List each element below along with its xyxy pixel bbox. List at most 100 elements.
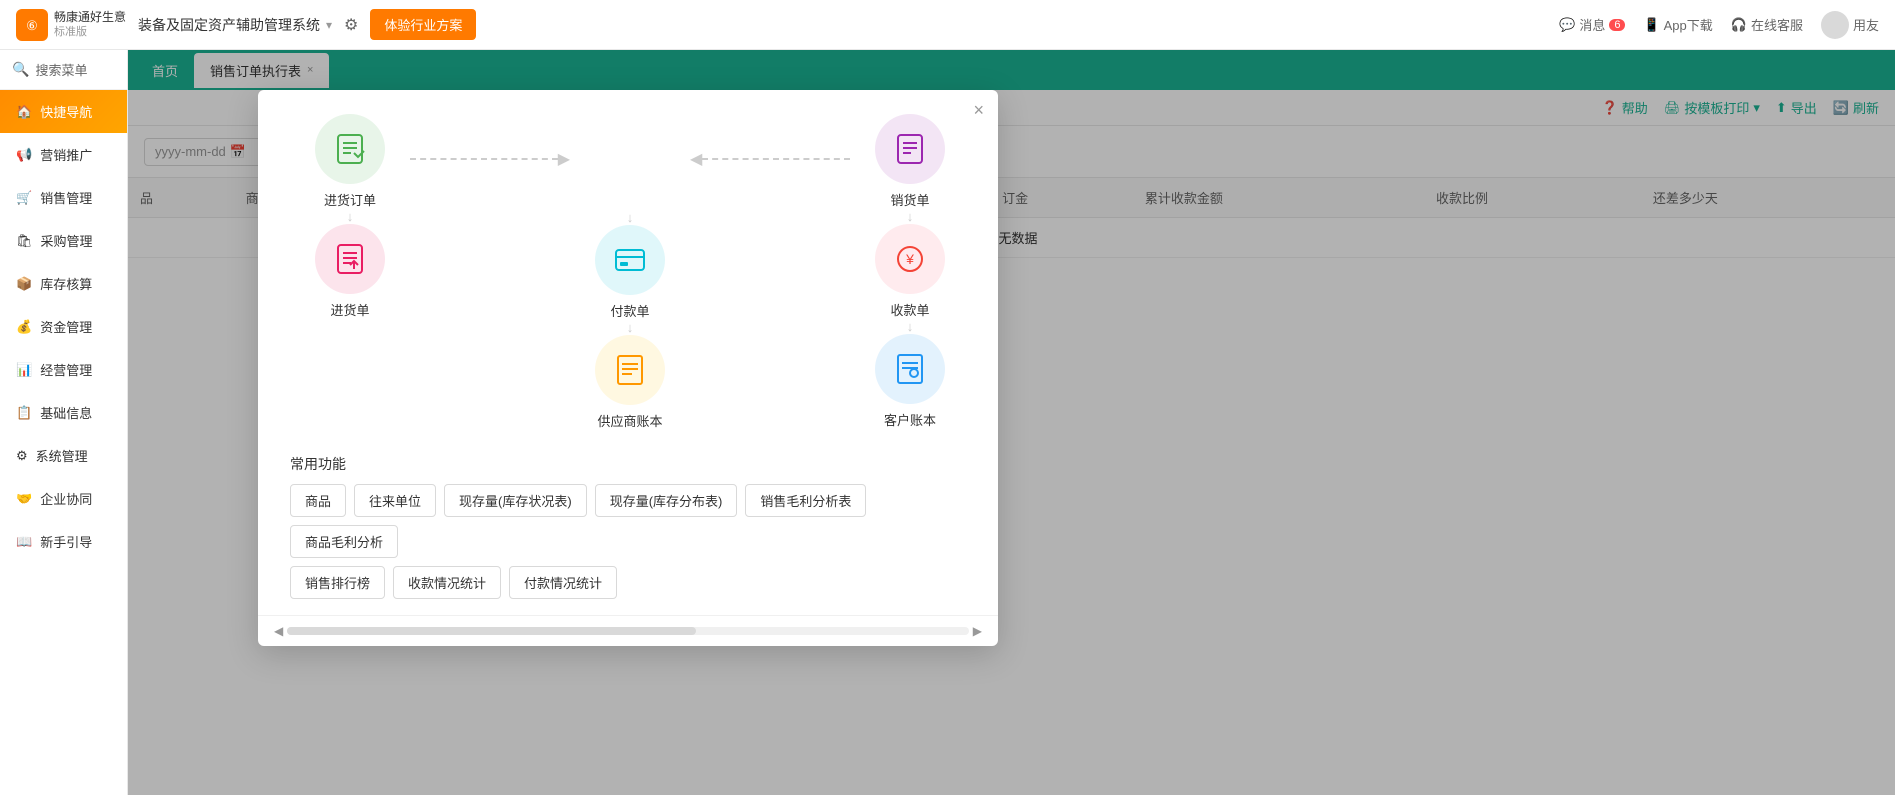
inventory-icon: 📦 <box>16 276 32 292</box>
online-service-button[interactable]: 🎧 在线客服 <box>1731 15 1803 34</box>
modal-close-button[interactable]: × <box>973 100 984 121</box>
flow-node-purchase-order[interactable]: 进货订单 <box>290 114 410 209</box>
message-icon: 💬 <box>1559 17 1575 33</box>
func-btn-stock-status[interactable]: 现存量(库存状况表) <box>444 484 587 517</box>
purchase-bill-label: 进货单 <box>330 300 369 319</box>
func-btn-sales-ranking[interactable]: 销售排行榜 <box>290 566 385 599</box>
logo-area: ⑥ 畅康通好生意 标准版 <box>16 9 126 41</box>
purchase-order-icon <box>315 114 385 184</box>
gear-icon[interactable]: ⚙ <box>344 15 358 35</box>
svg-text:⑥: ⑥ <box>26 18 38 33</box>
sidebar-item-finance[interactable]: 💰 资金管理 <box>0 305 127 348</box>
user-name-label: 用友 <box>1853 15 1879 34</box>
receipt-icon: ¥ <box>875 224 945 294</box>
func-btn-receipt-stats[interactable]: 收款情况统计 <box>393 566 501 599</box>
operations-icon: 📊 <box>16 362 32 378</box>
customer-ledger-label: 客户账本 <box>884 410 936 429</box>
flow-node-sales-bill[interactable]: 销货单 <box>850 114 970 209</box>
sidebar-item-inventory[interactable]: 📦 库存核算 <box>0 262 127 305</box>
func-btn-stock-dist[interactable]: 现存量(库存分布表) <box>595 484 738 517</box>
system-label: 系统管理 <box>36 446 88 465</box>
sidebar-item-purchase[interactable]: 🛍 采购管理 <box>0 219 127 262</box>
sidebar-item-sales[interactable]: 🛒 销售管理 <box>0 176 127 219</box>
home-icon: 🏠 <box>16 104 32 120</box>
service-label: 在线客服 <box>1751 15 1803 34</box>
search-menu-item[interactable]: 🔍 搜索菜单 <box>0 50 127 90</box>
finance-icon: 💰 <box>16 319 32 335</box>
sidebar-item-basic-info[interactable]: 📋 基础信息 <box>0 391 127 434</box>
inventory-label: 库存核算 <box>40 274 92 293</box>
flow-node-payment[interactable]: 付款单 <box>570 225 690 320</box>
message-button[interactable]: 💬 消息 6 <box>1559 15 1625 34</box>
flow-node-customer-ledger[interactable]: 客户账本 <box>850 334 970 429</box>
enterprise-label: 企业协同 <box>40 489 92 508</box>
sales-icon: 🛒 <box>16 190 32 206</box>
scroll-left-arrow[interactable]: ◀ <box>274 624 283 638</box>
func-btn-product-gross[interactable]: 商品毛利分析 <box>290 525 398 558</box>
sidebar-item-operations[interactable]: 📊 经营管理 <box>0 348 127 391</box>
user-avatar[interactable]: 用友 <box>1821 11 1879 39</box>
flow-diagram: 进货订单 ↓ 进货单 <box>258 90 998 446</box>
logo-icon: ⑥ <box>16 9 48 41</box>
brand-line2: 标准版 <box>54 25 126 39</box>
payment-icon <box>595 225 665 295</box>
marketing-label: 营销推广 <box>40 145 92 164</box>
scroll-right-arrow[interactable]: ▶ <box>973 624 982 638</box>
content-area: 首页 销售订单执行表 × ❓ 帮助 🖨 按模板打印 ▾ <box>128 50 1895 795</box>
arrow-down-supplier: ↓ <box>627 320 634 335</box>
sidebar-item-enterprise[interactable]: 🤝 企业协同 <box>0 477 127 520</box>
system-title: 装备及固定资产辅助管理系统 <box>138 15 320 35</box>
app-download-icon: 📱 <box>1643 17 1659 33</box>
system-icon: ⚙ <box>16 448 28 464</box>
flow-node-supplier-ledger[interactable]: 供应商账本 <box>570 335 690 430</box>
message-label: 消息 <box>1579 15 1605 34</box>
scroll-track[interactable] <box>287 627 969 635</box>
func-btn-counterpart[interactable]: 往来单位 <box>354 484 436 517</box>
flow-node-sales-order[interactable]: 销售订单 <box>978 114 998 209</box>
sidebar-item-guide[interactable]: 📖 新手引导 <box>0 520 127 563</box>
service-icon: 🎧 <box>1731 17 1747 33</box>
scroll-thumb <box>287 627 696 635</box>
supplier-ledger-icon <box>595 335 665 405</box>
flow-modal: × 进货订单 <box>258 90 998 646</box>
operations-label: 经营管理 <box>40 360 92 379</box>
func-btn-product[interactable]: 商品 <box>290 484 346 517</box>
system-title-wrapper: 装备及固定资产辅助管理系统 ▾ <box>138 15 332 35</box>
basic-info-icon: 📋 <box>16 405 32 421</box>
sidebar-item-system[interactable]: ⚙ 系统管理 <box>0 434 127 477</box>
system-dropdown-arrow[interactable]: ▾ <box>326 18 332 32</box>
purchase-bill-icon <box>315 224 385 294</box>
modal-overlay: × 进货订单 <box>128 50 1895 795</box>
search-menu-label: 搜索菜单 <box>35 60 87 79</box>
scroll-bar: ◀ ▶ <box>258 615 998 646</box>
search-icon: 🔍 <box>12 61 29 78</box>
flow-node-receipt[interactable]: ¥ 收款单 <box>850 224 970 319</box>
sidebar: 🔍 搜索菜单 🏠 快捷导航 📢 营销推广 🛒 销售管理 🛍 采购管理 📦 <box>0 50 128 795</box>
top-bar: ⑥ 畅康通好生意 标准版 装备及固定资产辅助管理系统 ▾ ⚙ 体验行业方案 💬 … <box>0 0 1895 50</box>
purchase-label: 采购管理 <box>41 231 93 250</box>
arrow-down-pay: ↓ <box>627 210 634 225</box>
common-func-title: 常用功能 <box>290 454 966 474</box>
payment-label: 付款单 <box>610 301 649 320</box>
svg-text:¥: ¥ <box>905 251 914 267</box>
func-btn-payment-stats[interactable]: 付款情况统计 <box>509 566 617 599</box>
guide-label: 新手引导 <box>40 532 92 551</box>
common-functions: 常用功能 商品 往来单位 现存量(库存状况表) 现存量(库存分布表) 销售毛利分… <box>258 446 998 615</box>
sidebar-item-quick-nav[interactable]: 🏠 快捷导航 <box>0 90 127 133</box>
sales-bill-icon <box>875 114 945 184</box>
brand-line1: 畅康通好生意 <box>54 10 126 26</box>
app-download-button[interactable]: 📱 App下载 <box>1643 15 1712 34</box>
brand-text: 畅康通好生意 标准版 <box>54 10 126 40</box>
func-btn-sales-gross[interactable]: 销售毛利分析表 <box>745 484 866 517</box>
top-right-actions: 💬 消息 6 📱 App下载 🎧 在线客服 用友 <box>1559 11 1879 39</box>
message-badge: 6 <box>1609 19 1625 31</box>
func-buttons-row2: 销售排行榜 收款情况统计 付款情况统计 <box>290 566 966 599</box>
main-area: 🔍 搜索菜单 🏠 快捷导航 📢 营销推广 🛒 销售管理 🛍 采购管理 📦 <box>0 50 1895 795</box>
finance-label: 资金管理 <box>40 317 92 336</box>
func-buttons-row1: 商品 往来单位 现存量(库存状况表) 现存量(库存分布表) 销售毛利分析表 商品… <box>290 484 966 558</box>
flow-node-purchase-bill[interactable]: 进货单 <box>290 224 410 319</box>
experience-button[interactable]: 体验行业方案 <box>370 9 476 40</box>
purchase-order-label: 进货订单 <box>324 190 376 209</box>
sidebar-item-marketing[interactable]: 📢 营销推广 <box>0 133 127 176</box>
basic-info-label: 基础信息 <box>40 403 92 422</box>
